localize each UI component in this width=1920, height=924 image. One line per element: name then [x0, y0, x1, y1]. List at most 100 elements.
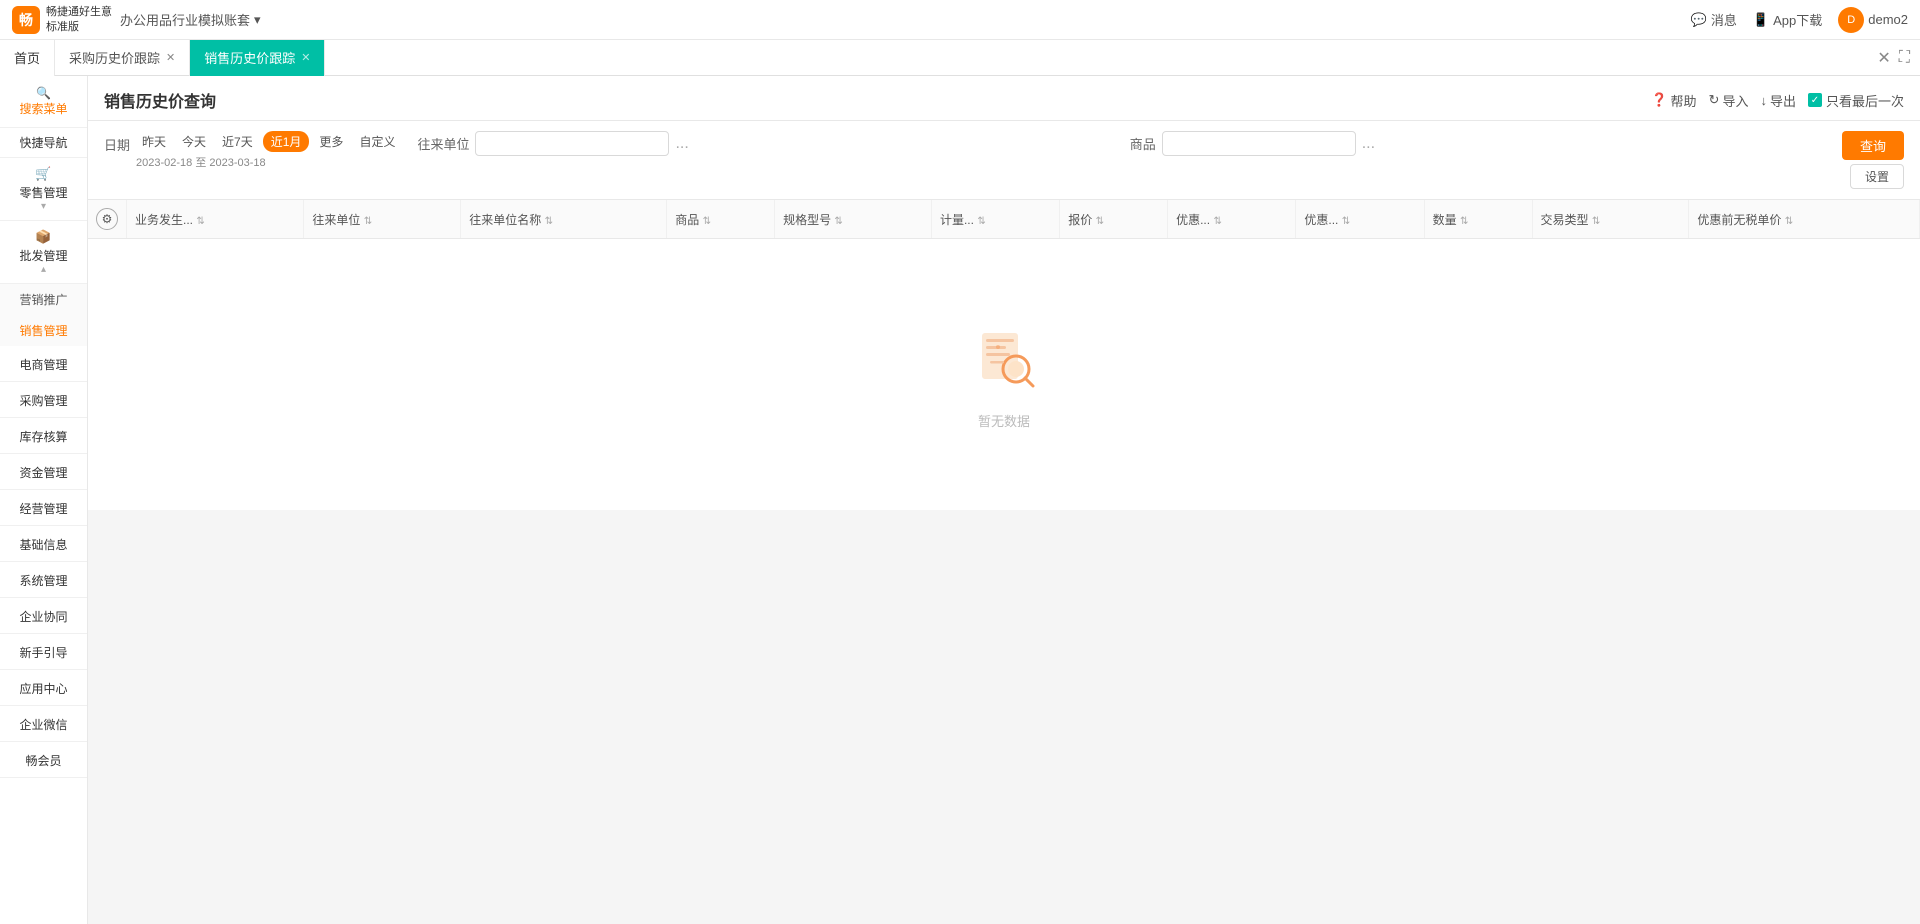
sidebar-item-purchase[interactable]: 采购管理 [0, 382, 87, 418]
sidebar-nav[interactable]: 快捷导航 [0, 128, 87, 158]
sidebar-sub-wholesale: 营销推广 销售管理 [0, 284, 87, 346]
sort-icon: ⇅ [196, 216, 204, 227]
sort-icon: ⇅ [977, 216, 985, 227]
maximize-btn[interactable]: ⛶ [1899, 49, 1910, 67]
import-icon: ↻ [1709, 92, 1720, 108]
product-filter-group: 商品 ... [1130, 131, 1826, 156]
query-button[interactable]: 查询 [1842, 131, 1904, 160]
col-discount2[interactable]: 优惠... ⇅ [1296, 200, 1424, 239]
sidebar-item-enterprise[interactable]: 企业协同 [0, 598, 87, 634]
tab-home[interactable]: 首页 [0, 40, 55, 76]
empty-text: 暂无数据 [978, 411, 1030, 430]
sort-icon: ⇅ [364, 216, 372, 227]
page-title: 销售历史价查询 [104, 88, 216, 112]
date-btn-7days[interactable]: 近7天 [216, 131, 259, 152]
sort-icon: ⇅ [834, 216, 842, 227]
filter-actions: 查询 设置 [1842, 131, 1904, 189]
close-tab-purchase[interactable]: ✕ [166, 51, 175, 64]
topbar-left: 畅 畅捷通好生意 标准版 办公用品行业模拟账套 ▾ [12, 5, 261, 34]
sidebar-item-wholesale[interactable]: 📦 批发管理 ▴ [0, 221, 87, 284]
close-tab-btn[interactable]: ✕ [1877, 48, 1890, 68]
col-quantity[interactable]: 数量 ⇅ [1424, 200, 1532, 239]
close-tab-sales[interactable]: ✕ [301, 51, 310, 64]
user-menu[interactable]: D demo2 [1838, 7, 1908, 33]
retail-icon: 🛒 [35, 166, 51, 182]
logo-area: 畅 畅捷通好生意 标准版 [12, 5, 112, 34]
only-last-checkbox[interactable]: ✓ 只看最后一次 [1808, 91, 1904, 110]
logo-text: 畅捷通好生意 标准版 [46, 5, 112, 34]
partner-input[interactable] [475, 131, 669, 156]
col-tax-price[interactable]: 优惠前无税单价 ⇅ [1689, 200, 1920, 239]
table-container: ⚙ 业务发生... ⇅ 往来单位 ⇅ 往来单位名称 [88, 200, 1920, 510]
partner-selector-btn[interactable]: ... [675, 135, 688, 153]
chevron-up-icon: ▴ [41, 264, 46, 275]
sidebar-item-marketing[interactable]: 营销推广 [0, 284, 87, 315]
data-table: ⚙ 业务发生... ⇅ 往来单位 ⇅ 往来单位名称 [88, 200, 1920, 239]
sidebar-item-member[interactable]: 畅会员 [0, 742, 87, 778]
sort-icon: ⇅ [1342, 216, 1350, 227]
logo-icon: 畅 [12, 6, 40, 34]
sort-icon: ⇅ [1096, 216, 1104, 227]
sort-icon: ⇅ [703, 216, 711, 227]
tabbar: 首页 采购历史价跟踪 ✕ 销售历史价跟踪 ✕ ✕ ⛶ [0, 40, 1920, 76]
tab-sales-history[interactable]: 销售历史价跟踪 ✕ [190, 40, 325, 76]
sidebar-item-sales-mgmt[interactable]: 销售管理 [0, 315, 87, 346]
topbar: 畅 畅捷通好生意 标准版 办公用品行业模拟账套 ▾ 💬 消息 📱 App下载 D… [0, 0, 1920, 40]
sort-icon: ⇅ [545, 216, 553, 227]
date-btn-yesterday[interactable]: 昨天 [136, 131, 172, 152]
sidebar-item-operations[interactable]: 经营管理 [0, 490, 87, 526]
sidebar-search[interactable]: 🔍 搜索菜单 [0, 76, 87, 128]
date-buttons: 昨天 今天 近7天 近1月 更多 自定义 [136, 131, 401, 152]
sort-icon: ⇅ [1213, 216, 1221, 227]
product-selector-btn[interactable]: ... [1362, 135, 1375, 153]
partner-filter-group: 往来单位 ... [417, 131, 1113, 156]
col-settings[interactable]: ⚙ [88, 200, 127, 239]
sidebar-item-finance[interactable]: 资金管理 [0, 454, 87, 490]
help-btn[interactable]: ❓ 帮助 [1651, 91, 1696, 110]
col-price[interactable]: 报价 ⇅ [1060, 200, 1168, 239]
app-selector[interactable]: 办公用品行业模拟账套 ▾ [120, 10, 261, 29]
page-header-actions: ❓ 帮助 ↻ 导入 ↓ 导出 ✓ 只看最后一次 [1651, 91, 1904, 110]
date-btn-today[interactable]: 今天 [176, 131, 212, 152]
tabbar-actions: ✕ ⛶ [1877, 48, 1920, 68]
export-btn[interactable]: ↓ 导出 [1760, 91, 1796, 110]
topbar-right: 💬 消息 📱 App下载 D demo2 [1691, 7, 1908, 33]
settings-button[interactable]: 设置 [1850, 164, 1904, 189]
date-btn-1month[interactable]: 近1月 [263, 131, 310, 152]
sidebar-item-apps[interactable]: 应用中心 [0, 670, 87, 706]
product-input[interactable] [1162, 131, 1356, 156]
app-download-btn[interactable]: 📱 App下载 [1753, 10, 1822, 29]
sidebar-item-wechat[interactable]: 企业微信 [0, 706, 87, 742]
empty-illustration [964, 319, 1044, 399]
tab-purchase-history[interactable]: 采购历史价跟踪 ✕ [55, 40, 190, 76]
sidebar-item-guide[interactable]: 新手引导 [0, 634, 87, 670]
wholesale-icon: 📦 [35, 229, 51, 245]
date-btn-more[interactable]: 更多 [313, 131, 349, 152]
col-partner-name[interactable]: 往来单位名称 ⇅ [461, 200, 667, 239]
gear-icon[interactable]: ⚙ [96, 208, 118, 230]
filter-bar: 日期 昨天 今天 近7天 近1月 更多 自定义 2023-02-18 至 202… [88, 121, 1920, 200]
col-unit[interactable]: 计量... ⇅ [931, 200, 1059, 239]
sidebar-item-basic[interactable]: 基础信息 [0, 526, 87, 562]
page-header: 销售历史价查询 ❓ 帮助 ↻ 导入 ↓ 导出 ✓ 只看最后一次 [88, 76, 1920, 121]
col-trade-type[interactable]: 交易类型 ⇅ [1532, 200, 1689, 239]
sidebar-item-ecommerce[interactable]: 电商管理 [0, 346, 87, 382]
sidebar-item-system[interactable]: 系统管理 [0, 562, 87, 598]
date-btn-custom[interactable]: 自定义 [353, 131, 401, 152]
sidebar-item-inventory[interactable]: 库存核算 [0, 418, 87, 454]
chevron-down-icon: ▾ [254, 12, 261, 28]
col-discount1[interactable]: 优惠... ⇅ [1168, 200, 1296, 239]
empty-state: 暂无数据 [88, 239, 1920, 510]
help-icon: ❓ [1651, 92, 1667, 108]
import-btn[interactable]: ↻ 导入 [1709, 91, 1749, 110]
export-icon: ↓ [1760, 93, 1767, 108]
avatar: D [1838, 7, 1864, 33]
sidebar-item-retail[interactable]: 🛒 零售管理 ▾ [0, 158, 87, 221]
col-business-date[interactable]: 业务发生... ⇅ [127, 200, 304, 239]
col-spec[interactable]: 规格型号 ⇅ [775, 200, 932, 239]
content-area: 销售历史价查询 ❓ 帮助 ↻ 导入 ↓ 导出 ✓ 只看最后一次 [88, 76, 1920, 924]
col-product[interactable]: 商品 ⇅ [667, 200, 775, 239]
message-btn[interactable]: 💬 消息 [1691, 10, 1737, 29]
col-partner-code[interactable]: 往来单位 ⇅ [304, 200, 461, 239]
message-icon: 💬 [1691, 12, 1707, 28]
